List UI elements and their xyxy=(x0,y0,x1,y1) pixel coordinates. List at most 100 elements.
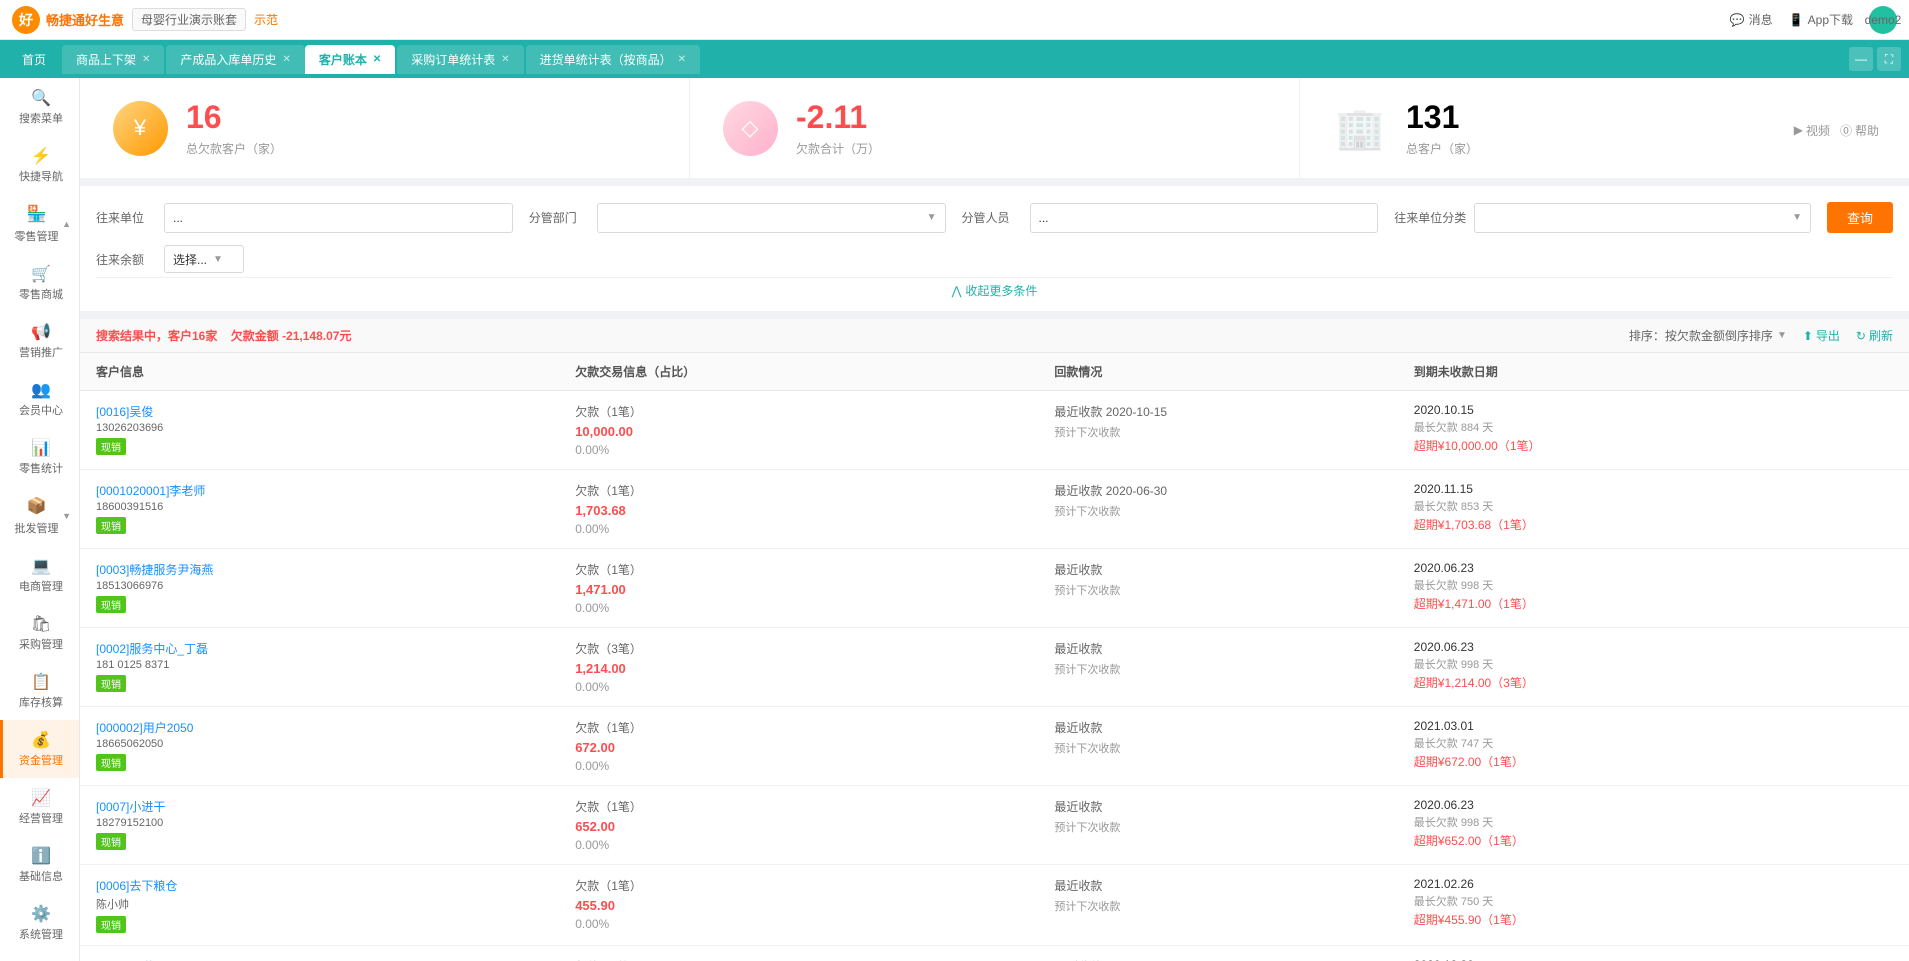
chevron-down-sort-icon: ▼ xyxy=(1777,330,1787,341)
sort-select[interactable]: 排序：按欠款金额倒序排序 ▼ xyxy=(1629,327,1787,344)
customer-tag-1: 现销 xyxy=(96,517,126,534)
chevron-down-balance-icon: ▼ xyxy=(213,254,223,265)
filter-input-person[interactable]: ... xyxy=(1030,203,1379,233)
filter-select-dept[interactable]: ▼ xyxy=(597,203,946,233)
due-info-2: 2020.06.23 最长欠款 998 天 超期¥1,471.00（1笔） xyxy=(1414,561,1893,612)
customer-name-2[interactable]: [0003]畅捷服务尹海燕 xyxy=(96,561,575,578)
debt-total-value: -21,148.07元 xyxy=(282,329,351,343)
debt-percent-5: 0.00% xyxy=(575,838,1054,852)
overdue-amount-0[interactable]: 超期¥10,000.00（1笔） xyxy=(1414,437,1893,454)
debt-amount-3[interactable]: 1,214.00 xyxy=(575,661,1054,676)
due-days-1: 最长欠款 853 天 xyxy=(1414,498,1893,514)
demo-tag[interactable]: 示范 xyxy=(254,11,278,28)
debt-amount-0[interactable]: 10,000.00 xyxy=(575,424,1054,439)
due-days-3: 最长欠款 998 天 xyxy=(1414,656,1893,672)
customer-name-6[interactable]: [0006]去下粮仓 xyxy=(96,877,575,894)
close-purchase-tab[interactable]: ✕ xyxy=(501,54,509,65)
operations-icon: 📈 xyxy=(7,788,75,808)
overdue-amount-1[interactable]: 超期¥1,703.68（1笔） xyxy=(1414,516,1893,533)
debt-count-3: 欠款（3笔） xyxy=(575,640,1054,657)
debt-percent-6: 0.00% xyxy=(575,917,1054,931)
sidebar-item-retail-stats[interactable]: 📊 零售统计 xyxy=(0,428,79,486)
recovery-next-1: 预计下次收款 xyxy=(1054,503,1413,519)
debt-amount-6[interactable]: 455.90 xyxy=(575,898,1054,913)
tab-product[interactable]: 产成品入库单历史 ✕ xyxy=(166,45,304,74)
sidebar-item-wholesale[interactable]: 📦 批发管理 ▼ xyxy=(0,486,79,546)
sidebar-item-collab[interactable]: 🤝 企业协同 xyxy=(0,952,79,961)
message-btn[interactable]: 💬 消息 xyxy=(1730,11,1773,28)
sidebar-item-marketing[interactable]: 📢 营销推广 xyxy=(0,312,79,370)
stat-info-debt-total: -2.11 欠款合计（万） xyxy=(796,99,1269,157)
tab-collapse-btn[interactable]: — xyxy=(1849,47,1873,71)
filter-select-category[interactable]: ▼ xyxy=(1474,203,1811,233)
sidebar-item-quick-nav[interactable]: ⚡ 快捷导航 xyxy=(0,136,79,194)
balance-dropdown[interactable]: 选择... ▼ xyxy=(164,245,244,273)
sidebar-item-basic-info[interactable]: ℹ️ 基础信息 xyxy=(0,836,79,894)
sidebar-item-finance[interactable]: 💰 资金管理 xyxy=(0,720,79,778)
customer-info-0: [0016]吴俊 13026203696 现销 xyxy=(96,403,575,455)
due-date-3: 2020.06.23 xyxy=(1414,640,1893,654)
query-button[interactable]: 查询 xyxy=(1827,202,1893,233)
sidebar-item-retail-mall[interactable]: 🛒 零售商城 xyxy=(0,254,79,312)
debt-amount-2[interactable]: 1,471.00 xyxy=(575,582,1054,597)
system-name[interactable]: 母婴行业演示账套 xyxy=(132,8,246,31)
stat-card-debt-customers: ¥ 16 总欠款客户（家） xyxy=(80,78,690,178)
export-btn[interactable]: ⬆ 导出 xyxy=(1803,327,1840,344)
close-customer-tab[interactable]: ✕ xyxy=(373,54,381,65)
tab-customer[interactable]: 客户账本 ✕ xyxy=(305,45,395,74)
customer-name-3[interactable]: [0002]服务中心_丁磊 xyxy=(96,640,575,657)
sort-label: 排序：按欠款金额倒序排序 xyxy=(1629,327,1773,344)
debt-amount-4[interactable]: 672.00 xyxy=(575,740,1054,755)
recovery-next-2: 预计下次收款 xyxy=(1054,582,1413,598)
filter-item-category: 往来单位分类 ▼ xyxy=(1394,203,1811,233)
recovery-date-2: 最近收款 xyxy=(1054,561,1413,578)
overdue-amount-6[interactable]: 超期¥455.90（1笔） xyxy=(1414,911,1893,928)
customer-tag-2: 现销 xyxy=(96,596,126,613)
debt-info-0: 欠款（1笔） 10,000.00 0.00% xyxy=(575,403,1054,457)
table-row: [0002]服务中心_丁磊 181 0125 8371 现销 欠款（3笔） 1,… xyxy=(80,628,1909,707)
finance-icon: 💰 xyxy=(7,730,75,750)
sidebar-item-inventory[interactable]: 📋 库存核算 xyxy=(0,662,79,720)
customer-name-5[interactable]: [0007]小进干 xyxy=(96,798,575,815)
tab-goods[interactable]: 商品上下架 ✕ xyxy=(62,45,164,74)
close-goods-tab[interactable]: ✕ xyxy=(142,54,150,65)
overdue-amount-2[interactable]: 超期¥1,471.00（1笔） xyxy=(1414,595,1893,612)
chevron-down-dept-icon: ▼ xyxy=(927,212,937,223)
table-header: 客户信息 欠款交易信息（占比） 回款情况 到期未收款日期 xyxy=(80,353,1909,391)
debt-amount-5[interactable]: 652.00 xyxy=(575,819,1054,834)
help-btn[interactable]: ⓪ 帮助 xyxy=(1840,122,1879,139)
sidebar-item-purchase[interactable]: 🛍 采购管理 xyxy=(0,604,79,662)
sidebar-item-member[interactable]: 👥 会员中心 xyxy=(0,370,79,428)
video-btn[interactable]: ▶ 视频 xyxy=(1794,122,1830,139)
customer-name-4[interactable]: [000002]用户2050 xyxy=(96,719,575,736)
debt-amount-1[interactable]: 1,703.68 xyxy=(575,503,1054,518)
sidebar-item-operations[interactable]: 📈 经营管理 xyxy=(0,778,79,836)
system-icon: ⚙️ xyxy=(7,904,75,924)
tab-expand-btn[interactable]: ⛶ xyxy=(1877,47,1901,71)
retail-mall-icon: 🛒 xyxy=(7,264,75,284)
customer-name-1[interactable]: [0001020001]李老师 xyxy=(96,482,575,499)
recovery-info-2: 最近收款 预计下次收款 xyxy=(1054,561,1413,598)
building-icon: 🏢 xyxy=(1335,105,1385,152)
overdue-amount-5[interactable]: 超期¥652.00（1笔） xyxy=(1414,832,1893,849)
collapse-filter-btn[interactable]: ⋀ 收起更多条件 xyxy=(96,277,1893,303)
close-product-tab[interactable]: ✕ xyxy=(282,54,290,65)
refresh-btn[interactable]: ↻ 刷新 xyxy=(1856,327,1893,344)
tab-purchase[interactable]: 采购订单统计表 ✕ xyxy=(397,45,523,74)
debt-total-label: 欠款合计（万） xyxy=(796,140,1269,157)
sidebar-item-ecommerce[interactable]: 💻 电商管理 xyxy=(0,546,79,604)
money-circle-icon: ¥ xyxy=(113,101,168,156)
sidebar-item-retail-mgmt[interactable]: 🏪 零售管理 ▲ xyxy=(0,194,79,254)
sidebar-item-search[interactable]: 🔍 搜索菜单 xyxy=(0,78,79,136)
tab-stock[interactable]: 进货单统计表（按商品） ✕ xyxy=(526,45,700,74)
total-customer-number: 131 xyxy=(1406,99,1778,136)
tab-home[interactable]: 首页 xyxy=(8,45,60,74)
overdue-amount-4[interactable]: 超期¥672.00（1笔） xyxy=(1414,753,1893,770)
app-download-btn[interactable]: 📱 App下载 xyxy=(1789,11,1853,28)
overdue-amount-3[interactable]: 超期¥1,214.00（3笔） xyxy=(1414,674,1893,691)
customer-info-6: [0006]去下粮仓 陈小帅 现销 xyxy=(96,877,575,933)
customer-name-0[interactable]: [0016]吴俊 xyxy=(96,403,575,420)
close-stock-tab[interactable]: ✕ xyxy=(678,54,686,65)
sidebar-item-system[interactable]: ⚙️ 系统管理 xyxy=(0,894,79,952)
filter-input-unit[interactable]: ... xyxy=(164,203,513,233)
